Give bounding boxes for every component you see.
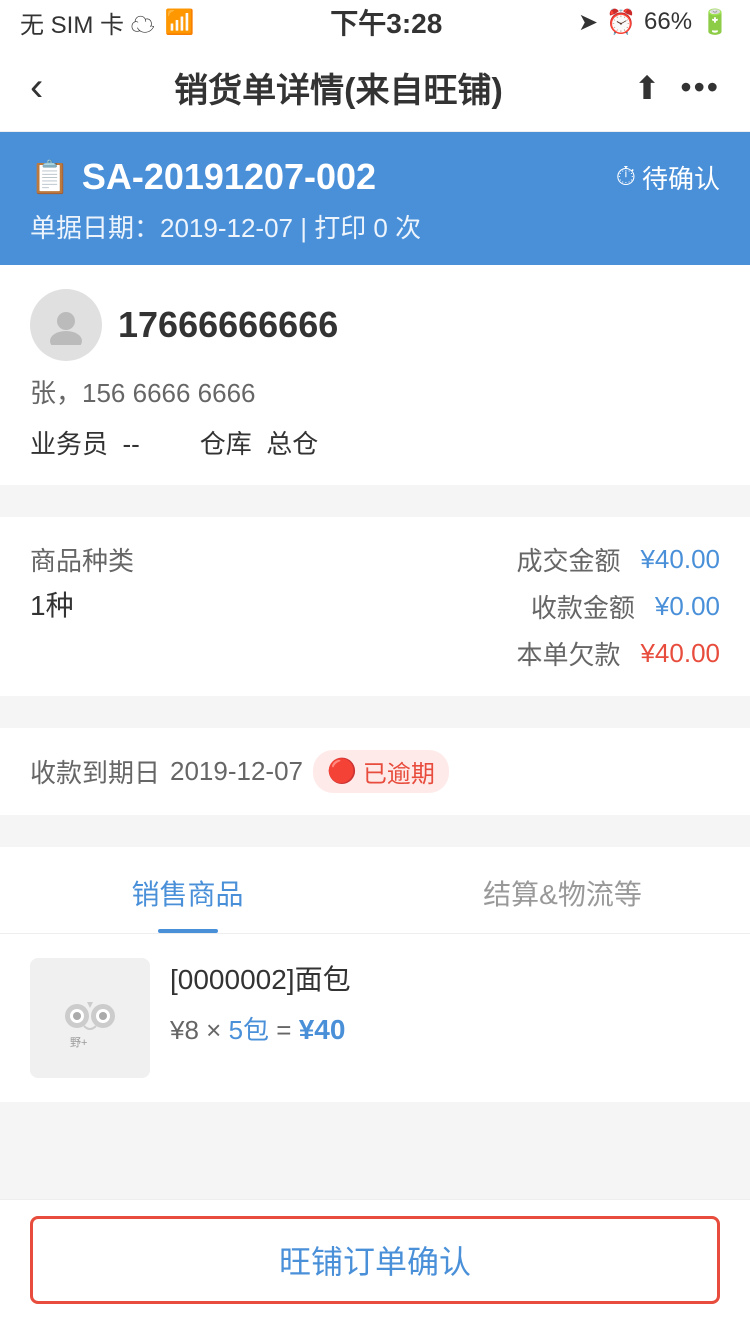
deal-amount-row: 成交金额 ¥40.00 xyxy=(516,541,720,578)
order-icon: 📋 xyxy=(30,158,70,196)
unit-price: ¥8 xyxy=(170,1015,199,1045)
due-date-label: 收款到期日 xyxy=(30,753,160,790)
salesperson-value: -- xyxy=(122,429,139,459)
status-bar: 无 SIM 卡 ☁ 📶 下午3:28 ➤ ⏰ 66% 🔋 xyxy=(0,0,750,44)
tab-sales-label: 销售商品 xyxy=(131,879,243,910)
bottom-button-container: 旺铺订单确认 xyxy=(0,1199,750,1334)
product-total: ¥40 xyxy=(299,1014,346,1045)
order-header: 📋 SA-20191207-002 ⏱ 待确认 单据日期：2019-12-07 … xyxy=(0,132,750,265)
due-date-section: 收款到期日 2019-12-07 🔴 已逾期 xyxy=(0,728,750,815)
customer-phone: 17666666666 xyxy=(118,304,338,346)
product-section: 野+ [0000002]面包 ¥8 × 5包 = ¥40 xyxy=(0,934,750,1102)
overdue-text: 已逾期 xyxy=(363,754,435,789)
divider-3 xyxy=(0,831,750,847)
nav-bar: ‹ 销货单详情(来自旺铺) ⬆ ••• xyxy=(0,44,750,132)
status-left: 无 SIM 卡 ☁ 📶 xyxy=(20,5,195,40)
due-date-value: 2019-12-07 xyxy=(170,756,303,787)
deal-amount-value: ¥40.00 xyxy=(640,544,720,575)
battery-icon: 🔋 xyxy=(700,8,730,37)
more-icon[interactable]: ••• xyxy=(680,69,720,106)
summary-section: 商品种类 1种 成交金额 ¥40.00 收款金额 ¥0.00 本单欠款 ¥40.… xyxy=(0,517,750,696)
receipt-amount-value: ¥0.00 xyxy=(655,591,720,622)
warehouse-field: 仓库 总仓 xyxy=(200,424,318,461)
tab-sales-product[interactable]: 销售商品 xyxy=(0,847,375,933)
receipt-amount-label: 收款金额 xyxy=(531,588,635,625)
order-header-top: 📋 SA-20191207-002 ⏱ 待确认 xyxy=(30,156,720,198)
page-title: 销货单详情(来自旺铺) xyxy=(174,63,503,112)
clock-icon: ⏱ xyxy=(616,161,636,193)
receipt-amount-row: 收款金额 ¥0.00 xyxy=(531,588,720,625)
divider-2 xyxy=(0,712,750,728)
confirm-button-label: 旺铺订单确认 xyxy=(279,1237,471,1283)
amounts: 成交金额 ¥40.00 收款金额 ¥0.00 本单欠款 ¥40.00 xyxy=(516,541,720,672)
status-text: 待确认 xyxy=(642,159,720,196)
warehouse-value: 总仓 xyxy=(266,429,318,459)
equals-sign: = xyxy=(276,1015,298,1045)
balance-row: 本单欠款 ¥40.00 xyxy=(516,635,720,672)
avatar xyxy=(30,289,102,361)
warehouse-label: 仓库 xyxy=(200,429,252,459)
customer-section: 17666666666 张，156 6666 6666 业务员 -- 仓库 总仓 xyxy=(0,265,750,485)
tabs-row: 销售商品 结算&物流等 xyxy=(0,847,750,933)
salesperson-label: 业务员 xyxy=(30,429,108,459)
warning-icon: 🔴 xyxy=(327,757,357,786)
share-icon[interactable]: ⬆ xyxy=(634,69,661,107)
product-info: [0000002]面包 ¥8 × 5包 = ¥40 xyxy=(170,958,720,1047)
order-status: ⏱ 待确认 xyxy=(616,159,720,196)
battery-text: 66% xyxy=(644,8,692,36)
tab-settlement[interactable]: 结算&物流等 xyxy=(375,847,750,933)
wifi-icon: 📶 xyxy=(165,8,195,37)
product-price: ¥8 × 5包 = ¥40 xyxy=(170,1010,720,1047)
deal-amount-label: 成交金额 xyxy=(516,541,620,578)
salesperson-field: 业务员 -- xyxy=(30,424,140,461)
tabs-section: 销售商品 结算&物流等 xyxy=(0,847,750,934)
balance-value: ¥40.00 xyxy=(640,638,720,669)
balance-label: 本单欠款 xyxy=(516,635,620,672)
order-number: SA-20191207-002 xyxy=(82,156,376,198)
product-types-label: 商品种类 xyxy=(30,541,134,578)
product-item: 野+ [0000002]面包 ¥8 × 5包 = ¥40 xyxy=(30,958,720,1078)
product-types: 商品种类 1种 xyxy=(30,541,134,624)
back-button[interactable]: ‹ xyxy=(30,65,43,110)
tab-settlement-label: 结算&物流等 xyxy=(483,879,642,910)
svg-text:野+: 野+ xyxy=(70,1036,87,1048)
no-sim-text: 无 SIM 卡 ☁ xyxy=(20,5,155,40)
customer-name: 张，156 6666 6666 xyxy=(30,373,720,410)
status-right: ➤ ⏰ 66% 🔋 xyxy=(578,8,730,37)
alarm-icon: ⏰ xyxy=(606,8,636,37)
multiply-sign: × xyxy=(206,1015,228,1045)
order-date: 单据日期：2019-12-07 | 打印 0 次 xyxy=(30,208,720,245)
customer-meta: 业务员 -- 仓库 总仓 xyxy=(30,424,720,461)
customer-row: 17666666666 xyxy=(30,289,720,361)
product-thumbnail: 野+ xyxy=(30,958,150,1078)
confirm-order-button[interactable]: 旺铺订单确认 xyxy=(30,1216,720,1304)
divider-1 xyxy=(0,501,750,517)
nav-actions: ⬆ ••• xyxy=(634,69,720,107)
product-name: [0000002]面包 xyxy=(170,958,720,998)
product-types-value: 1种 xyxy=(30,584,134,624)
location-icon: ➤ xyxy=(578,8,598,37)
overdue-badge: 🔴 已逾期 xyxy=(313,750,449,793)
status-time: 下午3:28 xyxy=(330,2,442,42)
quantity: 5包 xyxy=(229,1015,269,1045)
